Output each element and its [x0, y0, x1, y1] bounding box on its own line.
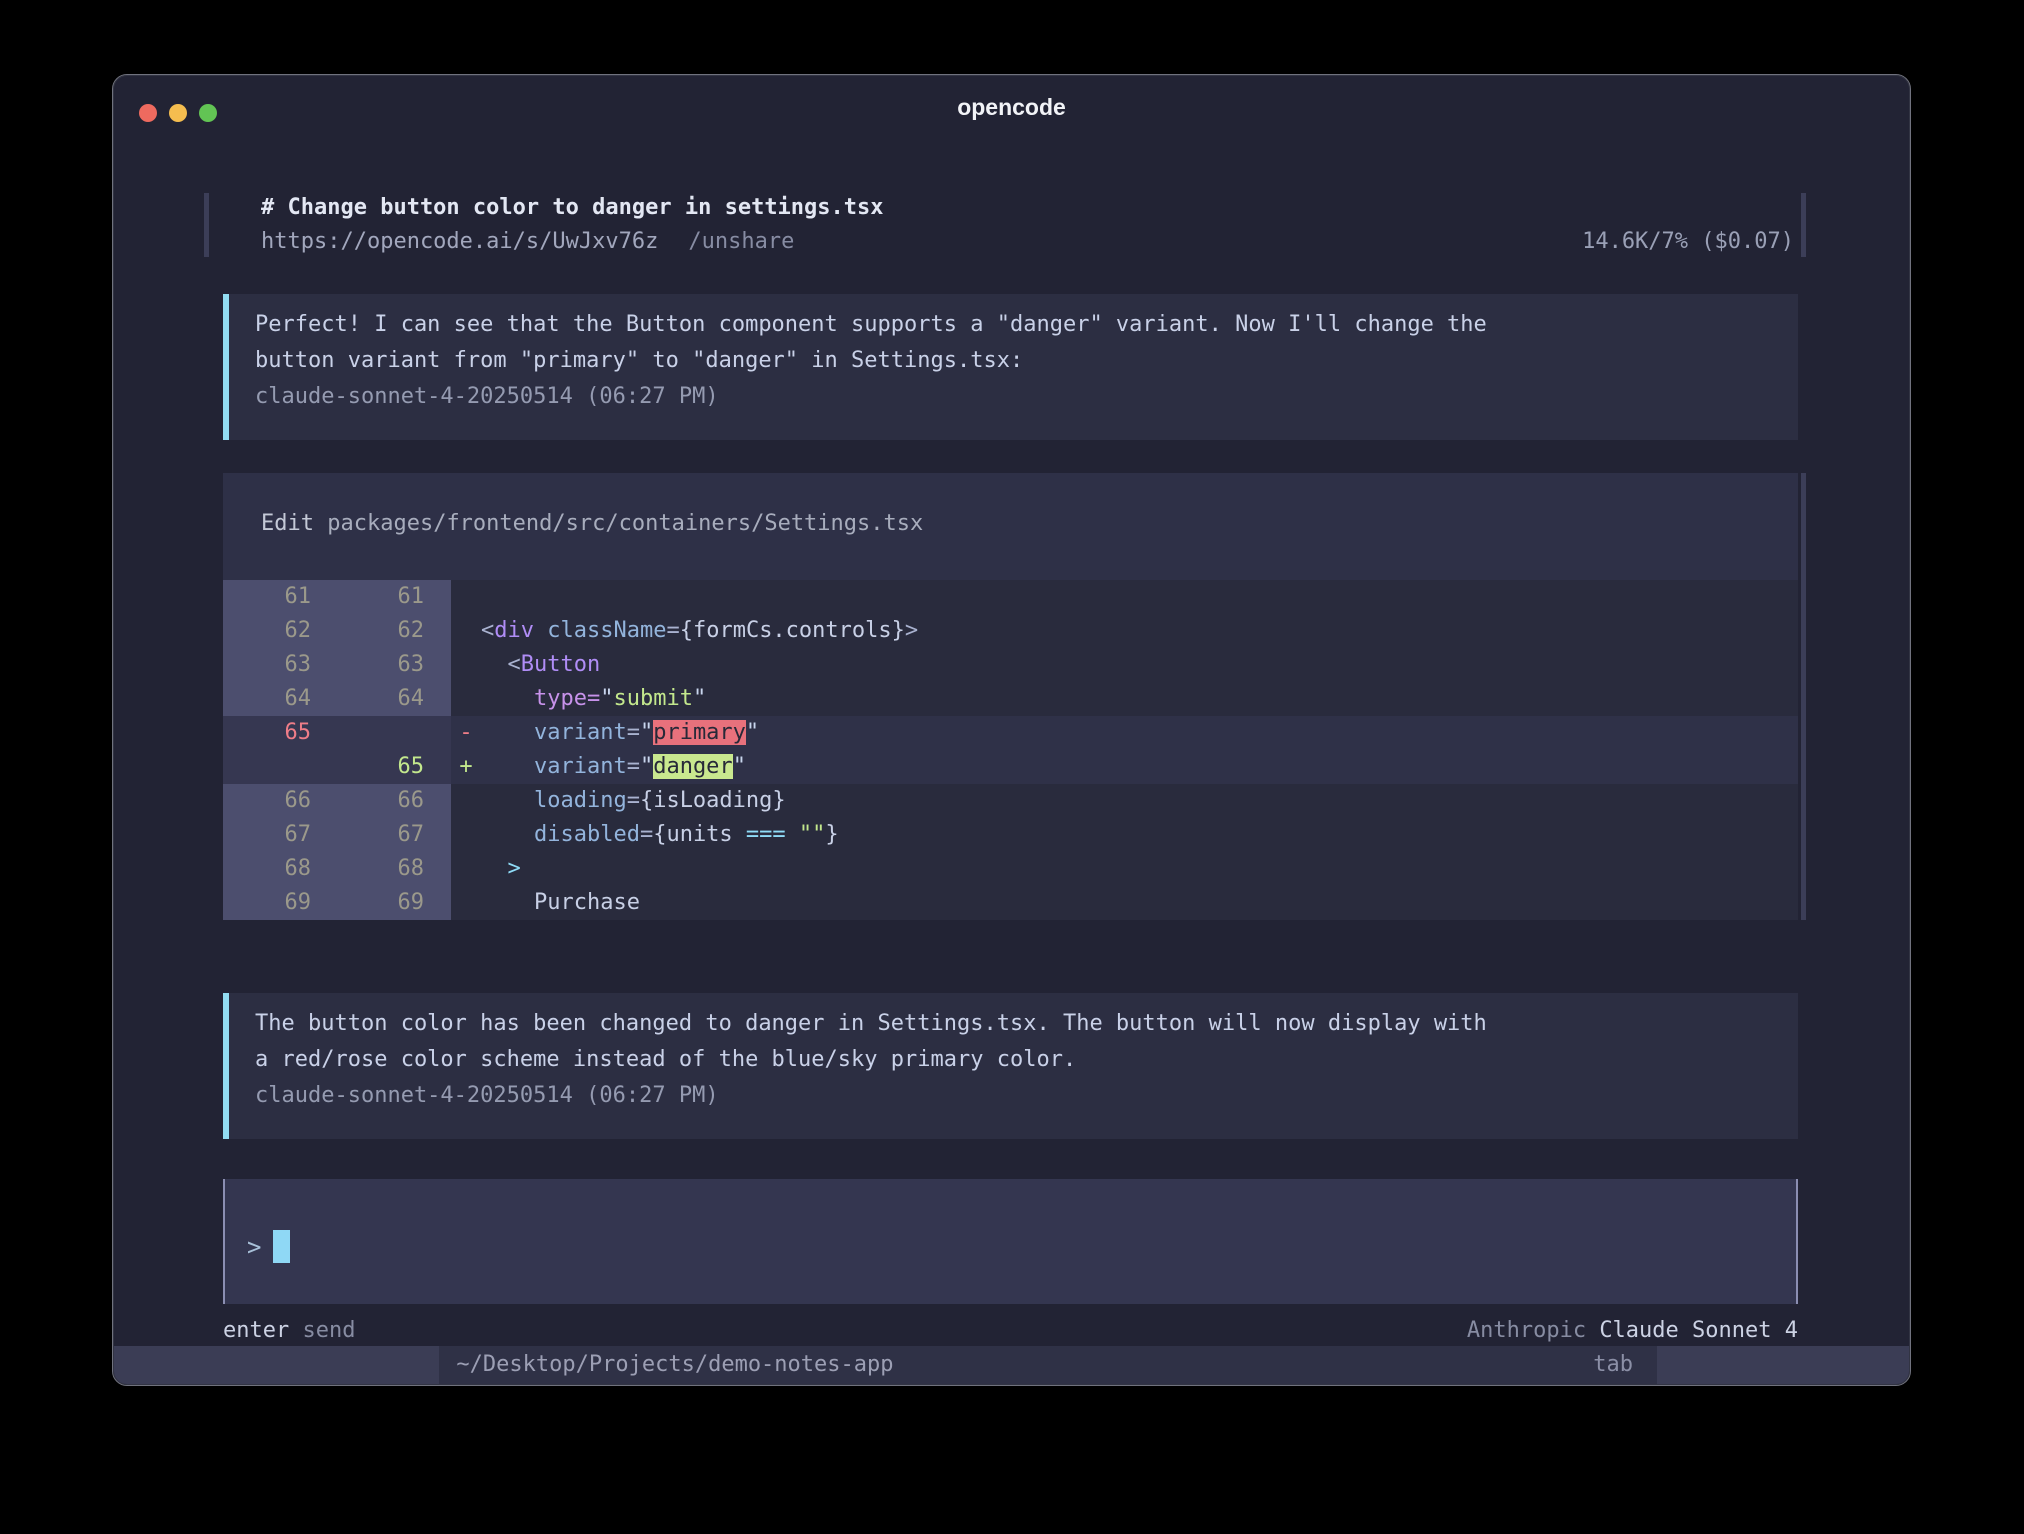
- edit-action-label: Edit: [261, 511, 327, 536]
- model-label[interactable]: Claude Sonnet 4: [1599, 1318, 1798, 1343]
- app-version-segment: opencode v0.3.11: [114, 1346, 439, 1384]
- diff-row: 65- variant="primary": [223, 716, 1798, 750]
- main-area: # Change button color to danger in setti…: [114, 136, 1909, 1346]
- diff-row: 6868 >: [223, 852, 1798, 886]
- close-button[interactable]: [139, 104, 157, 122]
- edit-right-rule: [1801, 473, 1806, 920]
- tab-key-hint: tab: [1593, 1346, 1657, 1384]
- session-header: # Change button color to danger in setti…: [223, 191, 1798, 259]
- session-title: # Change button color to danger in setti…: [261, 191, 1798, 225]
- edit-header: Edit packages/frontend/src/containers/Se…: [223, 473, 1798, 580]
- working-directory: ~/Desktop/Projects/demo-notes-app: [439, 1346, 893, 1384]
- maximize-button[interactable]: [199, 104, 217, 122]
- token-usage: 14.6K/7% ($0.07): [1582, 225, 1798, 259]
- message-model-meta: claude-sonnet-4-20250514 (06:27 PM): [255, 379, 1774, 415]
- diff-row: 6464 type="submit": [223, 682, 1798, 716]
- assistant-message-2: The button color has been changed to dan…: [223, 993, 1798, 1139]
- window-title: opencode: [114, 76, 1909, 138]
- traffic-lights: [139, 104, 217, 122]
- provider-label: Anthropic: [1467, 1318, 1599, 1343]
- message-text-line: button variant from "primary" to "danger…: [255, 343, 1774, 379]
- enter-key-hint: enter: [223, 1316, 289, 1346]
- prompt-symbol: >: [247, 1230, 261, 1264]
- diff-row: 6767 disabled={units === ""}: [223, 818, 1798, 852]
- diff-row: 6363 <Button: [223, 648, 1798, 682]
- edit-file-path: packages/frontend/src/containers/Setting…: [327, 511, 923, 536]
- diff-row: 6161: [223, 580, 1798, 614]
- message-model-meta: claude-sonnet-4-20250514 (06:27 PM): [255, 1078, 1774, 1114]
- mode-segment[interactable]: BUILD MODE: [1657, 1346, 1909, 1384]
- diff-row: 65+ variant="danger": [223, 750, 1798, 784]
- diff-row: 6666 loading={isLoading}: [223, 784, 1798, 818]
- opencode-window: opencode # Change button color to danger…: [113, 75, 1910, 1385]
- message-text-line: a red/rose color scheme instead of the b…: [255, 1042, 1774, 1078]
- session-left-rule: [204, 193, 209, 257]
- minimize-button[interactable]: [169, 104, 187, 122]
- share-url[interactable]: https://opencode.ai/s/UwJxv76z: [261, 225, 658, 259]
- message-text-line: The button color has been changed to dan…: [255, 1006, 1774, 1042]
- text-cursor: [273, 1230, 290, 1263]
- send-hint-label: send: [289, 1316, 355, 1346]
- prompt-input[interactable]: >: [223, 1179, 1798, 1304]
- diff-row: 6262<div className={formCs.controls}>: [223, 614, 1798, 648]
- hints-row: enter send Anthropic Claude Sonnet 4: [223, 1316, 1798, 1346]
- assistant-message-1: Perfect! I can see that the Button compo…: [223, 294, 1798, 440]
- diff-view: 61616262<div className={formCs.controls}…: [223, 580, 1798, 920]
- session-right-rule: [1801, 193, 1806, 257]
- status-bar: opencode v0.3.11 ~/Desktop/Projects/demo…: [114, 1346, 1909, 1384]
- edit-tool-block: Edit packages/frontend/src/containers/Se…: [223, 473, 1798, 920]
- message-text-line: Perfect! I can see that the Button compo…: [255, 307, 1774, 343]
- titlebar: opencode: [114, 76, 1909, 136]
- unshare-command[interactable]: /unshare: [688, 225, 794, 259]
- diff-row: 6969 Purchase: [223, 886, 1798, 920]
